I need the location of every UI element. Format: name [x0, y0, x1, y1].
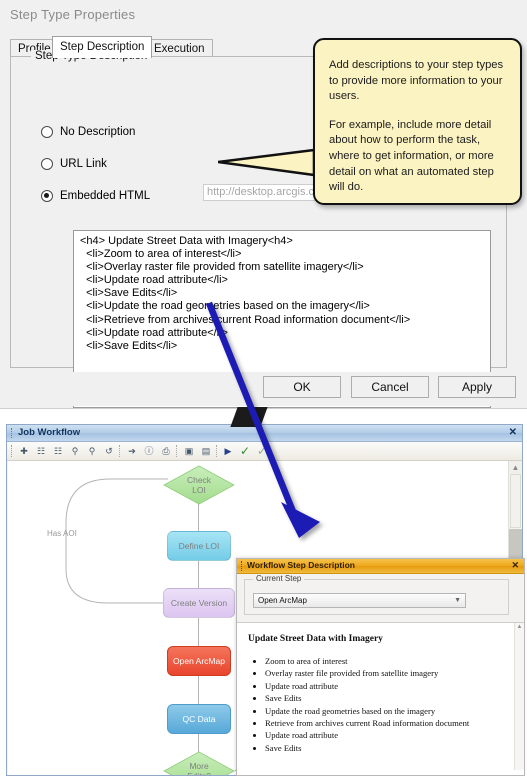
fit-page-icon[interactable]: ▣ — [182, 444, 196, 458]
zoom-full-extent-icon[interactable]: ☷ — [34, 444, 48, 458]
job-workflow-toolbar: ✚ ☷ ☷ ⚲ ⚲ ↺ ➔ ⓘ ⎙ ▣ ▤ ▶ ✓ ✓ — [7, 442, 522, 461]
tab-execution[interactable]: Execution — [146, 39, 213, 57]
radio-circle-icon — [41, 190, 53, 202]
workflow-step-description-title: Workflow Step Description — [247, 560, 355, 570]
radio-circle-icon — [41, 126, 53, 138]
print-icon[interactable]: ⎙ — [159, 444, 173, 458]
zoom-in-icon[interactable]: ⚲ — [68, 444, 82, 458]
cancel-button[interactable]: Cancel — [351, 376, 429, 398]
radio-embedded-html-label: Embedded HTML — [60, 190, 151, 202]
edge-label-has-aoi: Has AOI — [47, 529, 77, 538]
tab-step-description[interactable]: Step Description — [52, 36, 153, 58]
workflow-step-description-titlebar[interactable]: Workflow Step Description ✕ — [237, 559, 524, 574]
radio-no-description-label: No Description — [60, 126, 136, 138]
radio-url-link-label: URL Link — [60, 158, 107, 170]
zoom-out-icon[interactable]: ⚲ — [85, 444, 99, 458]
chevron-up-icon[interactable]: ▲ — [509, 461, 522, 474]
mark-complete-icon[interactable]: ✓ — [238, 444, 252, 458]
scrollbar-thumb[interactable] — [510, 474, 521, 528]
close-icon[interactable]: ✕ — [509, 427, 517, 438]
callout-paragraph-2: For example, include more detail about h… — [329, 118, 494, 194]
flow-node-label: Open ArcMap — [173, 656, 225, 666]
current-step-label: Current Step — [253, 574, 305, 583]
list-item: Save Edits — [265, 692, 509, 704]
flow-node-label: QC Data — [182, 714, 216, 724]
dialog-button-row: OK Cancel Apply — [0, 372, 527, 406]
flow-node-define-loi[interactable]: Define LOI — [167, 531, 231, 561]
embedded-html-editor-text: <h4> Update Street Data with Imagery<h4>… — [80, 235, 411, 352]
callout-paragraph-1: Add descriptions to your step types to p… — [329, 59, 504, 103]
list-item: Update road attribute — [265, 729, 509, 741]
step-description-list: Zoom to area of interest Overlay raster … — [255, 655, 509, 754]
step-description-vertical-scrollbar[interactable]: ▲ — [514, 623, 524, 770]
toolbar-separator — [216, 445, 218, 457]
list-item: Update road attribute — [265, 680, 509, 692]
identify-icon[interactable]: ⓘ — [142, 444, 156, 458]
step-description-heading: Update Street Data with Imagery — [248, 634, 383, 644]
flow-node-check-loi[interactable]: Check LOI — [163, 465, 235, 505]
radio-circle-icon — [41, 158, 53, 170]
window-grip-icon — [241, 561, 244, 571]
annotation-callout-text: Add descriptions to your step types to p… — [329, 58, 510, 196]
flow-node-label: More Edits? — [187, 761, 211, 775]
list-item: Update the road geometries based on the … — [265, 705, 509, 717]
window-grip-icon — [11, 428, 14, 438]
ok-button[interactable]: OK — [263, 376, 341, 398]
chevron-down-icon[interactable]: ▼ — [454, 594, 461, 607]
flow-node-qc-data[interactable]: QC Data — [167, 704, 231, 734]
zoom-to-selection-icon[interactable]: ☷ — [51, 444, 65, 458]
toolbar-separator — [176, 445, 178, 457]
flow-node-label: Check LOI — [186, 475, 212, 495]
current-step-dropdown[interactable]: Open ArcMap ▼ — [253, 593, 466, 608]
flow-node-label: Define LOI — [178, 541, 220, 551]
job-workflow-title: Job Workflow — [18, 427, 81, 438]
fit-width-icon[interactable]: ▤ — [199, 444, 213, 458]
current-step-value: Open ArcMap — [258, 596, 307, 605]
step-description-content: Update Street Data with Imagery Zoom to … — [237, 623, 515, 770]
callout-tail-icon — [218, 148, 316, 177]
current-step-section: Current Step Open ArcMap ▼ — [237, 574, 524, 623]
list-item: Zoom to area of interest — [265, 655, 509, 667]
close-icon[interactable]: ✕ — [511, 560, 519, 571]
chevron-up-icon[interactable]: ▲ — [515, 623, 524, 632]
toolbar-grip-icon — [11, 445, 14, 457]
list-item: Overlay raster file provided from satell… — [265, 667, 509, 679]
refresh-icon[interactable]: ↺ — [102, 444, 116, 458]
annotation-callout: Add descriptions to your step types to p… — [313, 38, 522, 205]
list-item: Save Edits — [265, 742, 509, 754]
flow-node-open-arcmap[interactable]: Open ArcMap — [167, 646, 231, 676]
run-step-icon[interactable]: ▶ — [221, 444, 235, 458]
select-pointer-icon[interactable]: ➔ — [125, 444, 139, 458]
edge-create-to-open — [198, 618, 199, 646]
current-step-groupbox: Current Step Open ArcMap ▼ — [244, 574, 509, 615]
toolbar-separator — [119, 445, 121, 457]
flow-node-create-version[interactable]: Create Version — [163, 588, 235, 618]
apply-button[interactable]: Apply — [438, 376, 516, 398]
list-item: Retrieve from archives current Road info… — [265, 717, 509, 729]
pan-icon[interactable]: ✚ — [17, 444, 31, 458]
workflow-step-description-panel: Workflow Step Description ✕ Current Step… — [236, 558, 525, 776]
job-workflow-titlebar[interactable]: Job Workflow ✕ — [7, 425, 522, 442]
edge-open-to-qc — [198, 676, 199, 704]
mark-incomplete-icon[interactable]: ✓ — [255, 444, 269, 458]
flow-node-label: Create Version — [170, 598, 228, 608]
flow-node-more-edits[interactable]: More Edits? — [163, 751, 235, 775]
page-title: Step Type Properties — [10, 7, 136, 22]
